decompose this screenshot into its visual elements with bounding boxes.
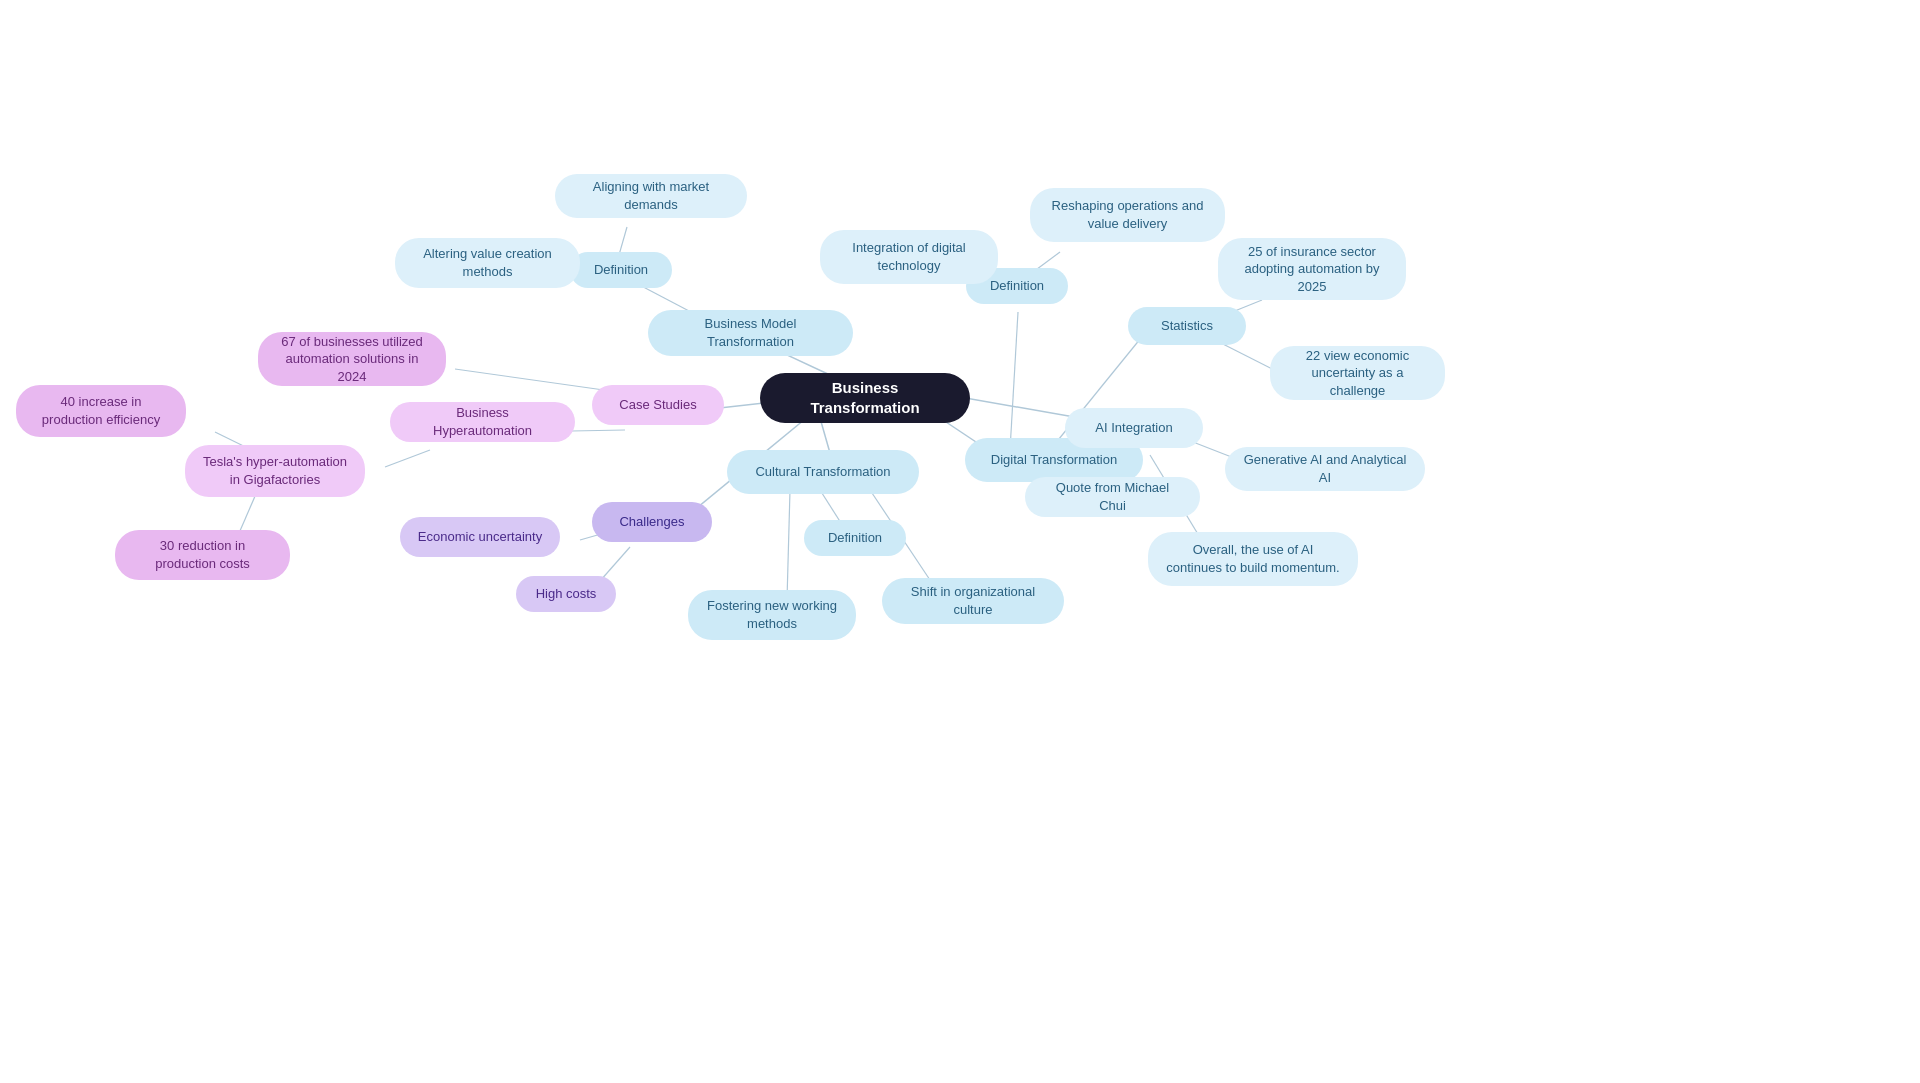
def-cultural-label: Definition xyxy=(828,529,882,547)
svg-line-10 xyxy=(385,450,430,467)
production-cost-node: 30 reduction in production costs xyxy=(115,530,290,580)
svg-line-17 xyxy=(787,490,790,600)
center-node: Business Transformation xyxy=(760,373,970,423)
svg-line-19 xyxy=(1010,312,1018,450)
insurance-node: 25 of insurance sector adopting automati… xyxy=(1218,238,1406,300)
production-eff-node: 40 increase in production efficiency xyxy=(16,385,186,437)
production-cost-label: 30 reduction in production costs xyxy=(131,537,274,572)
econ-challenge-label: Economic uncertainty xyxy=(418,528,542,546)
digital-label: Digital Transformation xyxy=(991,451,1117,469)
hyper-node: Business Hyperautomation xyxy=(390,402,575,442)
business-model-node: Business Model Transformation xyxy=(648,310,853,356)
def-digital-label: Definition xyxy=(990,277,1044,295)
fostering-label: Fostering new working methods xyxy=(704,597,840,632)
reshaping-node: Reshaping operations and value delivery xyxy=(1030,188,1225,242)
generative-ai-node: Generative AI and Analytical AI xyxy=(1225,447,1425,491)
ai-integration-label: AI Integration xyxy=(1095,419,1172,437)
def-bm-label: Definition xyxy=(594,261,648,279)
statistics-node: Statistics xyxy=(1128,307,1246,345)
case-studies-node: Case Studies xyxy=(592,385,724,425)
michael-chui-label: Quote from Michael Chui xyxy=(1041,479,1184,514)
production-eff-label: 40 increase in production efficiency xyxy=(32,393,170,428)
ai-momentum-label: Overall, the use of AI continues to buil… xyxy=(1164,541,1342,576)
tesla-node: Tesla's hyper-automation in Gigafactorie… xyxy=(185,445,365,497)
business-model-label: Business Model Transformation xyxy=(664,315,837,350)
generative-ai-label: Generative AI and Analytical AI xyxy=(1241,451,1409,486)
altering-label: Altering value creation methods xyxy=(411,245,564,280)
businesses-67-label: 67 of businesses utilized automation sol… xyxy=(274,333,430,386)
challenges-node: Challenges xyxy=(592,502,712,542)
shift-org-label: Shift in organizational culture xyxy=(898,583,1048,618)
def-cultural-node: Definition xyxy=(804,520,906,556)
econ-unc-node: 22 view economic uncertainty as a challe… xyxy=(1270,346,1445,400)
high-costs-node: High costs xyxy=(516,576,616,612)
econ-challenge-node: Economic uncertainty xyxy=(400,517,560,557)
statistics-label: Statistics xyxy=(1161,317,1213,335)
michael-chui-node: Quote from Michael Chui xyxy=(1025,477,1200,517)
hyper-label: Business Hyperautomation xyxy=(406,404,559,439)
altering-node: Altering value creation methods xyxy=(395,238,580,288)
ai-integration-node: AI Integration xyxy=(1065,408,1203,448)
aligning-label: Aligning with market demands xyxy=(571,178,731,213)
high-costs-label: High costs xyxy=(536,585,597,603)
cultural-label: Cultural Transformation xyxy=(755,463,890,481)
integration-label: Integration of digital technology xyxy=(836,239,982,274)
econ-unc-label: 22 view economic uncertainty as a challe… xyxy=(1286,347,1429,400)
def-bm-node: Definition xyxy=(570,252,672,288)
businesses-67-node: 67 of businesses utilized automation sol… xyxy=(258,332,446,386)
case-studies-label: Case Studies xyxy=(619,396,696,414)
reshaping-label: Reshaping operations and value delivery xyxy=(1046,197,1209,232)
tesla-label: Tesla's hyper-automation in Gigafactorie… xyxy=(201,453,349,488)
cultural-node: Cultural Transformation xyxy=(727,450,919,494)
center-label: Business Transformation xyxy=(788,378,942,419)
challenges-label: Challenges xyxy=(619,513,684,531)
integration-node: Integration of digital technology xyxy=(820,230,998,284)
insurance-label: 25 of insurance sector adopting automati… xyxy=(1234,243,1390,296)
ai-momentum-node: Overall, the use of AI continues to buil… xyxy=(1148,532,1358,586)
shift-org-node: Shift in organizational culture xyxy=(882,578,1064,624)
aligning-node: Aligning with market demands xyxy=(555,174,747,218)
fostering-node: Fostering new working methods xyxy=(688,590,856,640)
